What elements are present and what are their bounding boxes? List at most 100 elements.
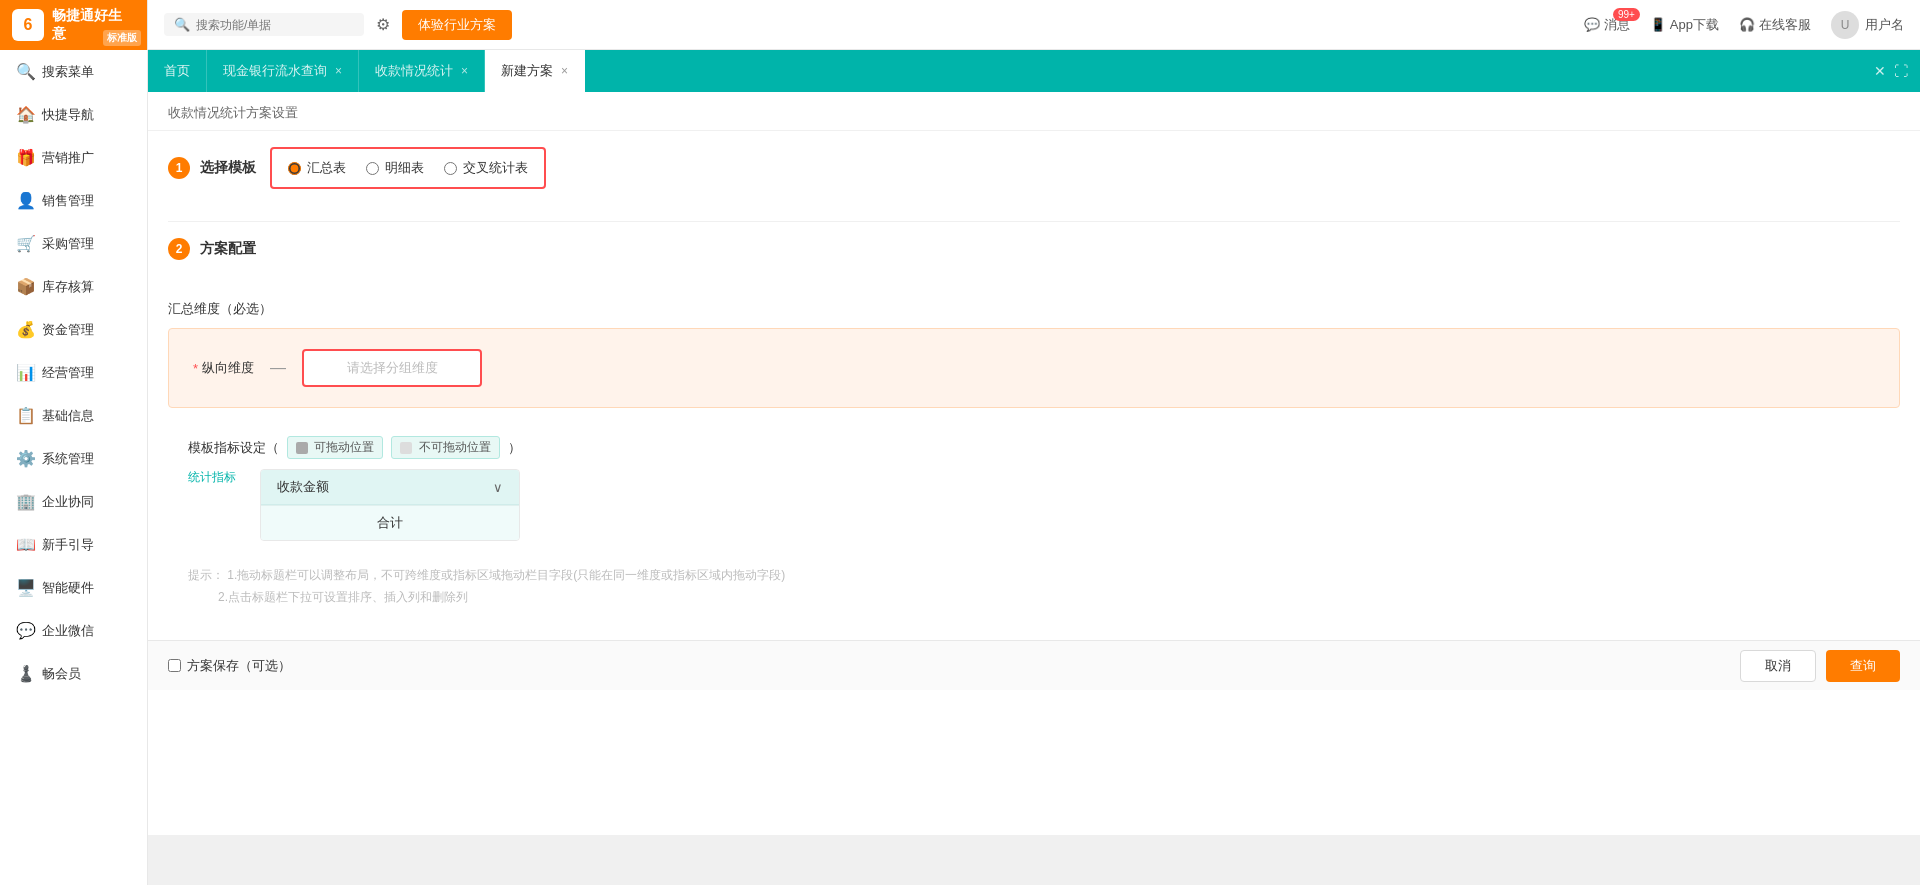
metrics-section: 模板指标设定（ 可拖动位置 不可拖动位置 ） 统计指标 (168, 428, 1900, 549)
search-menu-icon: 🔍 (16, 62, 34, 81)
sidebar-item-label: 新手引导 (42, 536, 94, 554)
tab-new-plan-close[interactable]: × (561, 64, 568, 78)
dimension-select-button[interactable]: 请选择分组维度 (302, 349, 482, 387)
message-icon: 💬 (1584, 17, 1600, 32)
query-button[interactable]: 查询 (1826, 650, 1900, 682)
sidebar-nav: 🔍 搜索菜单 🏠 快捷导航 🎁 营销推广 👤 销售管理 🛒 采购管理 📦 库存核… (0, 50, 147, 885)
gift-icon: 🎁 (16, 148, 34, 167)
vertical-label-text: 纵向维度 (202, 359, 254, 377)
radio-cross-label: 交叉统计表 (463, 159, 528, 177)
save-label: 方案保存（可选） (187, 657, 291, 675)
sidebar-item-wechat[interactable]: 💬 企业微信 (0, 609, 147, 652)
sidebar-item-quick-nav[interactable]: 🏠 快捷导航 (0, 93, 147, 136)
tabbar-controls: ✕ ⛶ (1874, 63, 1920, 79)
sidebar-item-enterprise[interactable]: 🏢 企业协同 (0, 480, 147, 523)
radio-detail-input[interactable] (366, 162, 379, 175)
sidebar-item-label: 畅会员 (42, 665, 81, 683)
sidebar-item-label: 销售管理 (42, 192, 94, 210)
home-icon: 🏠 (16, 105, 34, 124)
col-header-label: 收款金额 (277, 478, 329, 496)
metrics-table-header: 收款金额 ∨ (261, 470, 519, 505)
tip1-text: 1.拖动标题栏可以调整布局，不可跨维度或指标区域拖动栏目字段(只能在同一维度或指… (227, 568, 785, 582)
radio-summary[interactable]: 汇总表 (288, 159, 346, 177)
online-service[interactable]: 🎧 在线客服 (1739, 16, 1811, 34)
tab-new-plan-label: 新建方案 (501, 62, 553, 80)
metrics-label-start: 模板指标设定（ (188, 439, 279, 457)
step2-row: 2 方案配置 (168, 238, 1900, 260)
app-download[interactable]: 📱 App下载 (1650, 16, 1719, 34)
radio-summary-input[interactable] (288, 162, 301, 175)
sidebar-item-basic[interactable]: 📋 基础信息 (0, 394, 147, 437)
tab-bank-flow[interactable]: 现金银行流水查询 × (207, 50, 359, 92)
box-icon: 📦 (16, 277, 34, 296)
sidebar-item-inventory[interactable]: 📦 库存核算 (0, 265, 147, 308)
radio-detail-label: 明细表 (385, 159, 424, 177)
sidebar-item-label: 快捷导航 (42, 106, 94, 124)
radio-detail[interactable]: 明细表 (366, 159, 424, 177)
message-badge[interactable]: 💬 消息 99+ (1584, 16, 1630, 34)
save-option[interactable]: 方案保存（可选） (168, 657, 291, 675)
cart-icon: 🛒 (16, 234, 34, 253)
page-content: 收款情况统计方案设置 1 选择模板 汇总表 (148, 92, 1920, 835)
row-total-label: 合计 (377, 515, 403, 530)
tab-home[interactable]: 首页 (148, 50, 207, 92)
template-radio-group: 汇总表 明细表 交叉统计表 (288, 159, 528, 177)
required-mark: * (193, 361, 198, 376)
cancel-button[interactable]: 取消 (1740, 650, 1816, 682)
tip2-text: 2.点击标题栏下拉可设置排序、插入列和删除列 (188, 590, 468, 604)
sidebar-item-label: 基础信息 (42, 407, 94, 425)
tab-receipt-stat[interactable]: 收款情况统计 × (359, 50, 485, 92)
building-icon: 🏢 (16, 492, 34, 511)
person-icon: 👤 (16, 191, 34, 210)
sidebar-item-label: 库存核算 (42, 278, 94, 296)
metrics-row-total: 合计 (261, 505, 519, 540)
search-input[interactable] (196, 18, 336, 32)
non-draggable-tag: 不可拖动位置 (391, 436, 499, 459)
sidebar-item-member[interactable]: ♟️ 畅会员 (0, 652, 147, 695)
tab-receipt-stat-close[interactable]: × (461, 64, 468, 78)
search-box[interactable]: 🔍 (164, 13, 364, 36)
sidebar-item-marketing[interactable]: 🎁 营销推广 (0, 136, 147, 179)
sidebar-item-system[interactable]: ⚙️ 系统管理 (0, 437, 147, 480)
tab-maximize-icon[interactable]: ⛶ (1894, 63, 1908, 79)
sidebar-item-purchase[interactable]: 🛒 采购管理 (0, 222, 147, 265)
content-area: 收款情况统计方案设置 1 选择模板 汇总表 (148, 92, 1920, 885)
tab-new-plan[interactable]: 新建方案 × (485, 50, 585, 92)
sidebar-item-sales[interactable]: 👤 销售管理 (0, 179, 147, 222)
vertical-dimension-label: * 纵向维度 (193, 359, 254, 377)
metrics-label-end: ） (508, 439, 521, 457)
clipboard-icon: 📋 (16, 406, 34, 425)
trial-button[interactable]: 体验行业方案 (402, 10, 512, 40)
sidebar-item-label: 采购管理 (42, 235, 94, 253)
sidebar-item-finance[interactable]: 💰 资金管理 (0, 308, 147, 351)
sidebar-item-operation[interactable]: 📊 经营管理 (0, 351, 147, 394)
radio-cross-input[interactable] (444, 162, 457, 175)
metrics-category-label: 统计指标 (188, 469, 236, 541)
sidebar-logo: 6 畅捷通好生意 标准版 (0, 0, 147, 50)
sidebar-item-label: 企业协同 (42, 493, 94, 511)
logo-icon: 6 (12, 9, 44, 41)
settings-icon[interactable]: ⚙ (376, 15, 390, 34)
save-checkbox[interactable] (168, 659, 181, 672)
col-chevron-icon[interactable]: ∨ (493, 480, 503, 495)
radio-cross[interactable]: 交叉统计表 (444, 159, 528, 177)
tab-close-all-icon[interactable]: ✕ (1874, 63, 1886, 79)
sidebar-item-label: 经营管理 (42, 364, 94, 382)
tab-bank-flow-close[interactable]: × (335, 64, 342, 78)
sidebar-item-guide[interactable]: 📖 新手引导 (0, 523, 147, 566)
user-area[interactable]: U 用户名 (1831, 11, 1904, 39)
member-icon: ♟️ (16, 664, 34, 683)
metrics-header-row: 收款金额 ∨ (277, 478, 503, 496)
search-icon: 🔍 (174, 17, 190, 32)
sidebar-item-smart-hw[interactable]: 🖥️ 智能硬件 (0, 566, 147, 609)
dimension-select-placeholder: 请选择分组维度 (347, 360, 438, 375)
step1-title: 选择模板 (200, 159, 256, 177)
metrics-layout: 统计指标 收款金额 ∨ 合计 (188, 469, 1880, 541)
tips-section: 提示： 1.拖动标题栏可以调整布局，不可跨维度或指标区域拖动栏目字段(只能在同一… (168, 549, 1900, 624)
page-header: 收款情况统计方案设置 (148, 92, 1920, 131)
step2-section: 2 方案配置 (148, 222, 1920, 292)
dimension-config: 汇总维度（必选） * 纵向维度 — 请选择分组维度 模板指标设定（ (148, 292, 1920, 640)
chart-icon: 📊 (16, 363, 34, 382)
online-service-label: 在线客服 (1759, 16, 1811, 34)
sidebar-item-search-menu[interactable]: 🔍 搜索菜单 (0, 50, 147, 93)
